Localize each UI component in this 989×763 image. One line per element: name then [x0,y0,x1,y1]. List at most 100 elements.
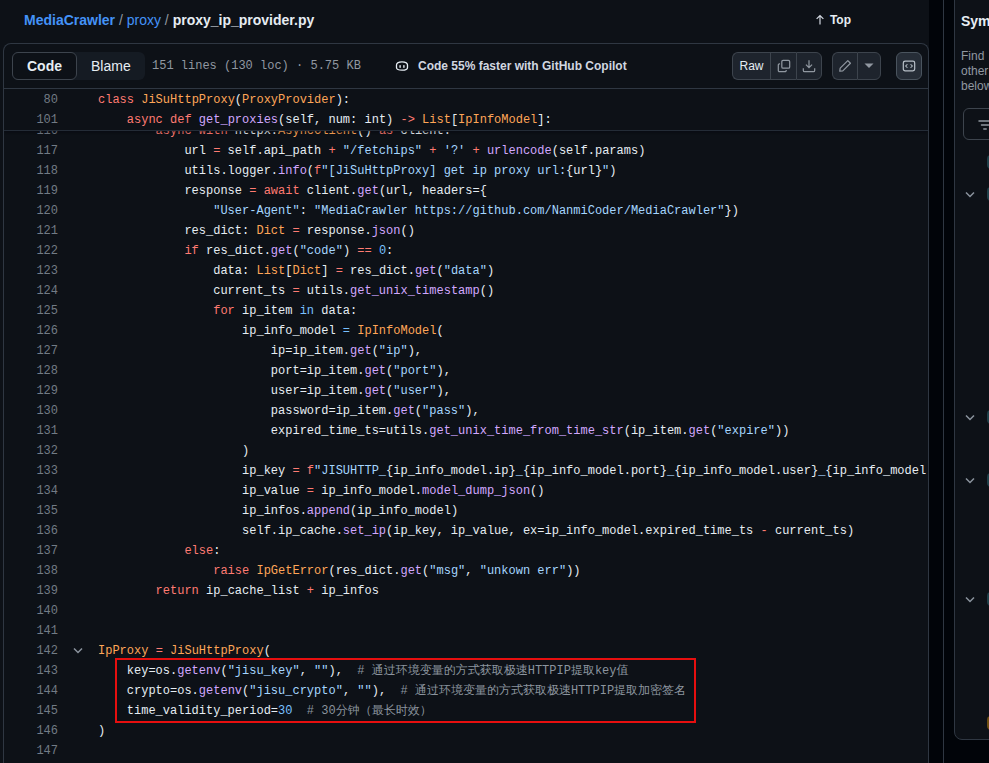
code-column: MediaCrawler / proxy / proxy_ip_provider… [0,0,929,763]
breadcrumb-dir-link[interactable]: proxy [127,12,161,28]
code-line: 123 data: List[Dict] = res_dict.get("dat… [4,261,928,281]
code-text: return ip_cache_list + ip_infos [98,584,379,598]
symbol-row[interactable] [955,473,989,487]
code-line: 135 ip_infos.append(ip_info_model) [4,501,928,521]
breadcrumb-separator: / [165,12,173,28]
line-number[interactable]: 134 [4,481,58,501]
code-blame-switch: Code Blame [12,52,145,80]
chevron-down-icon[interactable] [965,191,975,198]
line-number[interactable]: 119 [4,181,58,201]
code-line: 125 for ip_item in data: [4,301,928,321]
line-number[interactable]: 135 [4,501,58,521]
copy-button[interactable] [770,52,796,80]
line-number[interactable]: 145 [4,701,58,721]
copilot-text: Code 55% faster with GitHub Copilot [418,59,627,73]
line-number[interactable]: 137 [4,541,58,561]
tab-blame[interactable]: Blame [77,52,145,80]
line-number[interactable]: 136 [4,521,58,541]
back-to-top-button[interactable]: Top [814,13,851,27]
breadcrumb-repo-link[interactable]: MediaCrawler [24,12,115,28]
file-toolbar: Code Blame 151 lines (130 loc) · 5.75 KB… [4,44,928,89]
code-line: 147 [4,741,928,761]
code-line: 131 expired_time_ts=utils.get_unix_time_… [4,421,928,441]
download-icon [802,59,816,73]
line-number[interactable]: 146 [4,721,58,741]
chevron-down-icon[interactable] [965,596,975,603]
line-number[interactable]: 141 [4,621,58,641]
chevron-down-icon[interactable] [73,647,83,654]
arrow-up-icon [814,14,826,26]
line-number[interactable]: 101 [4,110,58,130]
raw-button[interactable]: Raw [732,52,770,80]
code-text: ip_value = ip_info_model.model_dump_json… [98,484,545,498]
line-number[interactable]: 124 [4,281,58,301]
code-line: 136 self.ip_cache.set_ip(ip_key, ip_valu… [4,521,928,541]
line-number[interactable]: 131 [4,421,58,441]
line-number[interactable]: 130 [4,401,58,421]
line-number[interactable]: 127 [4,341,58,361]
line-number[interactable]: 128 [4,361,58,381]
symbols-heading: Sym [961,13,989,29]
edit-dropdown-button[interactable] [857,52,881,80]
line-number[interactable]: 144 [4,681,58,701]
code-text: expired_time_ts=utils.get_unix_time_from… [98,424,789,438]
line-number[interactable]: 143 [4,661,58,681]
code-text: res_dict: Dict = response.json() [98,224,415,238]
code-text: ip_info_model = IpInfoModel( [98,324,444,338]
line-number[interactable]: 140 [4,601,58,621]
download-button[interactable] [796,52,822,80]
code-line: 120 "User-Agent": "MediaCrawler https://… [4,201,928,221]
code-text: response = await client.get(url, headers… [98,184,487,198]
chevron-down-icon[interactable] [965,477,975,484]
symbol-row[interactable] [955,155,989,169]
code-line: 141 [4,621,928,641]
line-number[interactable]: 118 [4,161,58,181]
code-text: ip=ip_item.get("ip"), [98,344,422,358]
code-line: 119 response = await client.get(url, hea… [4,181,928,201]
code-area: 116 async with httpx.AsyncClient() as cl… [4,89,928,763]
line-number[interactable]: 122 [4,241,58,261]
line-number[interactable]: 129 [4,381,58,401]
line-number[interactable]: 121 [4,221,58,241]
column-gap [929,0,943,763]
line-number[interactable]: 147 [4,741,58,761]
code-text: else: [98,544,220,558]
code-line: 134 ip_value = ip_info_model.model_dump_… [4,481,928,501]
tab-code[interactable]: Code [12,52,77,80]
line-number[interactable]: 142 [4,641,58,661]
line-number[interactable]: 80 [4,90,58,110]
fold-chevron-icon[interactable] [58,641,98,661]
breadcrumb-separator: / [119,12,127,28]
code-line: 121 res_dict: Dict = response.json() [4,221,928,241]
code-text: async def get_proxies(self, num: int) ->… [98,113,552,127]
code-text: current_ts = utils.get_unix_timestamp() [98,284,494,298]
symbols-panel-toggle-icon [902,59,916,73]
code-text: password=ip_item.get("pass"), [98,404,480,418]
code-line: 124 current_ts = utils.get_unix_timestam… [4,281,928,301]
code-text: IpProxy = JiSuHttpProxy( [98,644,271,658]
symbols-panel-toggle-button[interactable] [896,52,922,80]
edit-button[interactable] [832,52,857,80]
breadcrumb-file-name: proxy_ip_provider.py [173,12,315,28]
line-number[interactable]: 125 [4,301,58,321]
code-line: 146) [4,721,928,741]
symbol-row[interactable] [955,410,989,424]
line-number[interactable]: 132 [4,441,58,461]
filter-button[interactable] [963,108,989,140]
line-number[interactable]: 126 [4,321,58,341]
copilot-icon [394,58,410,74]
line-number[interactable]: 117 [4,141,58,161]
symbol-row[interactable] [955,716,989,730]
line-number[interactable]: 138 [4,561,58,581]
breadcrumb: MediaCrawler / proxy / proxy_ip_provider… [24,12,314,28]
code-line: 101 async def get_proxies(self, num: int… [4,110,928,130]
symbol-row[interactable] [955,592,989,606]
line-number[interactable]: 123 [4,261,58,281]
line-number[interactable]: 139 [4,581,58,601]
line-number[interactable]: 133 [4,461,58,481]
code-text: ) [98,444,249,458]
code-line: 118 utils.logger.info(f"[JiSuHttpProxy] … [4,161,928,181]
chevron-down-icon[interactable] [965,414,975,421]
line-number[interactable]: 120 [4,201,58,221]
symbol-row[interactable] [955,187,989,201]
